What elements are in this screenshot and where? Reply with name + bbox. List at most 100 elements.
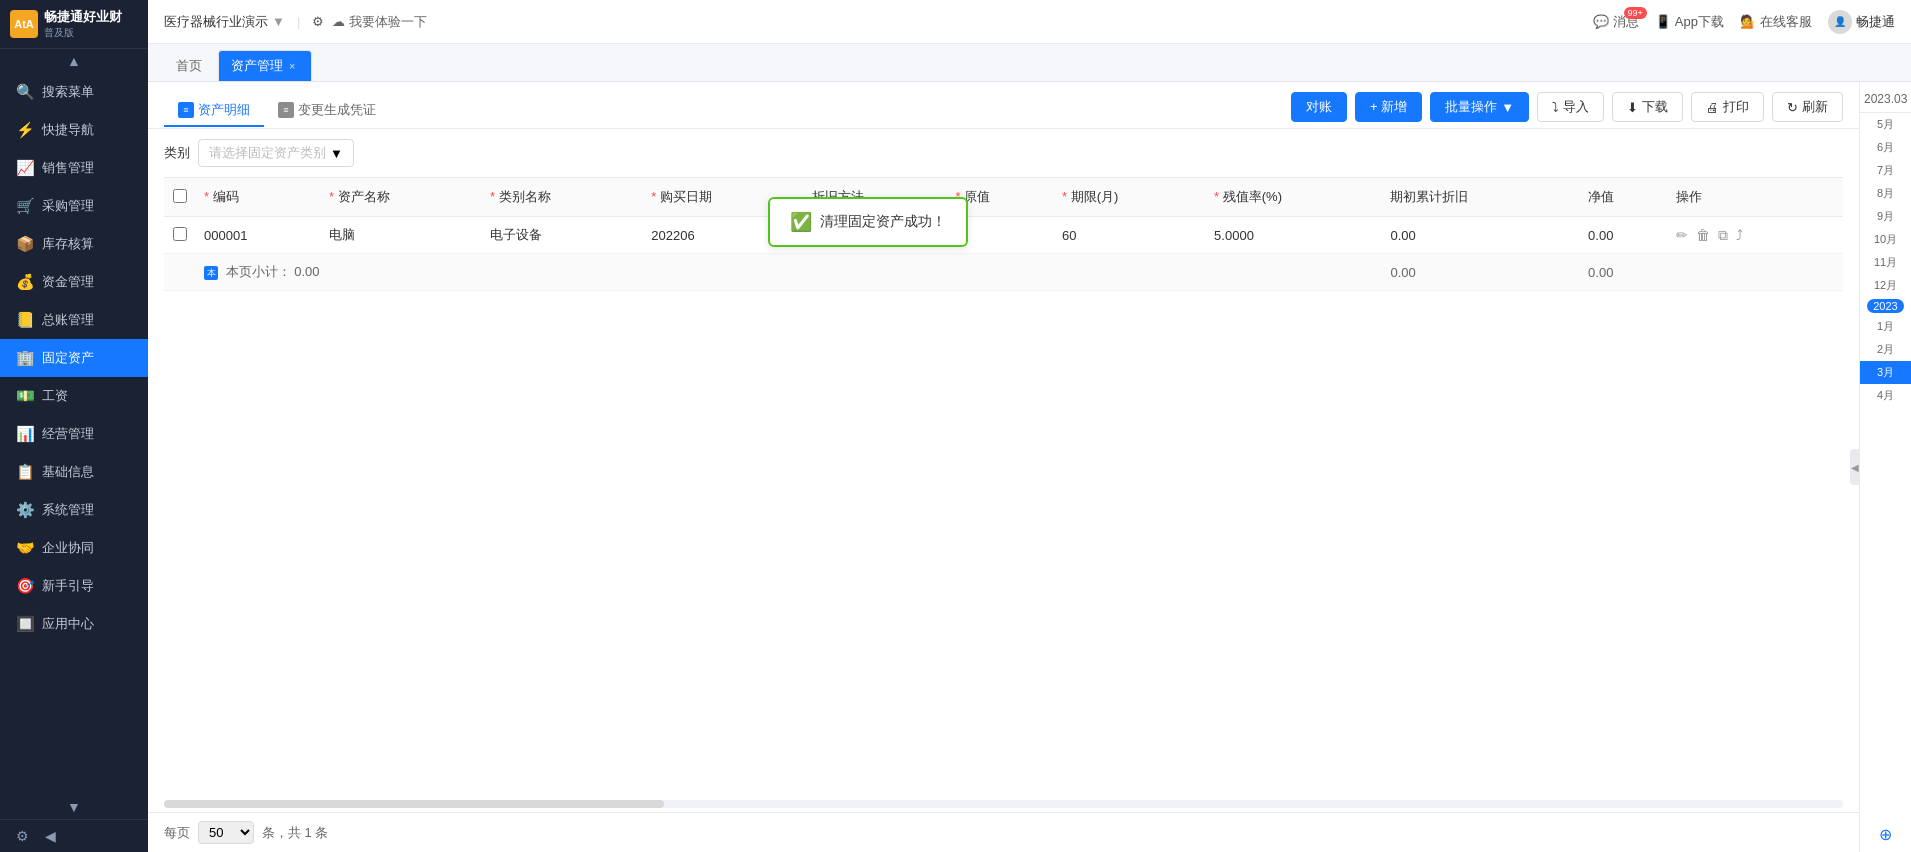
copy-icon[interactable]: ⧉ [1718, 227, 1728, 244]
batch-button[interactable]: 批量操作 ▼ [1430, 92, 1529, 122]
page-size-select[interactable]: 50 100 [198, 821, 254, 844]
sub-tab-asset-list[interactable]: ≡ 资产明细 [164, 95, 264, 127]
calendar-month-9[interactable]: 9月 [1860, 205, 1911, 228]
tab-asset-management[interactable]: 资产管理 × [218, 50, 312, 81]
row-period: 60 [1054, 217, 1206, 254]
subtotal-accumulated: 0.00 [1382, 254, 1580, 291]
sidebar-scroll-down[interactable]: ▼ [0, 795, 148, 819]
sub-tab-generate-voucher[interactable]: ≡ 变更生成凭证 [264, 95, 390, 127]
sidebar-item-sales[interactable]: 📈 销售管理 [0, 149, 148, 187]
refresh-button[interactable]: ↻ 刷新 [1772, 92, 1843, 122]
download-label: 下载 [1642, 98, 1668, 116]
user-menu[interactable]: 👤 畅捷通 [1828, 10, 1895, 34]
sidebar-item-label: 基础信息 [42, 463, 94, 481]
horizontal-scrollbar[interactable] [164, 800, 1843, 808]
sidebar-item-search-menu[interactable]: 🔍 搜索菜单 [0, 73, 148, 111]
download-button[interactable]: ⬇ 下载 [1612, 92, 1683, 122]
row-code: 000001 [196, 217, 321, 254]
header-name: 资产名称 [321, 178, 482, 217]
sidebar-item-ledger[interactable]: 📒 总账管理 [0, 301, 148, 339]
calendar-year-2023: 2023 [1867, 299, 1903, 313]
sidebar-item-operations[interactable]: 📊 经营管理 [0, 415, 148, 453]
print-button[interactable]: 🖨 打印 [1691, 92, 1764, 122]
app-title-wrap: 畅捷通好业财 普及版 [44, 8, 122, 40]
calendar-month-12[interactable]: 12月 [1860, 274, 1911, 297]
subtotal-original-value: 0.00 [294, 264, 319, 279]
sidebar-item-payroll[interactable]: 💵 工资 [0, 377, 148, 415]
sidebar-item-inventory[interactable]: 📦 库存核算 [0, 225, 148, 263]
tab-active-label: 资产管理 [231, 57, 283, 75]
row-checkbox[interactable] [173, 227, 187, 241]
edit-icon[interactable]: ✏ [1676, 227, 1688, 243]
collapse-sidebar-icon[interactable]: ◀ [45, 828, 56, 844]
more-icon[interactable]: ⤴ [1736, 227, 1743, 243]
sidebar-item-purchase[interactable]: 🛒 采购管理 [0, 187, 148, 225]
header-residual-rate: 残值率(%) [1206, 178, 1382, 217]
subtotal-icon: 本 [204, 266, 218, 280]
settings-icon[interactable]: ⚙ [16, 828, 29, 844]
message-button[interactable]: 💬 消息 99+ [1593, 13, 1639, 31]
sidebar-item-basic-info[interactable]: 📋 基础信息 [0, 453, 148, 491]
filter-category-label: 类别 [164, 144, 190, 162]
reconcile-button[interactable]: 对账 [1291, 92, 1347, 122]
delete-icon[interactable]: 🗑 [1696, 227, 1710, 243]
ledger-icon: 📒 [16, 311, 34, 329]
subtotal-empty [164, 254, 196, 291]
success-toast: ✅ 清理固定资产成功！ [768, 197, 968, 247]
calendar-month-4[interactable]: 4月 [1860, 384, 1911, 407]
sidebar-scroll-up[interactable]: ▲ [0, 49, 148, 73]
calendar-month-8[interactable]: 8月 [1860, 182, 1911, 205]
payroll-icon: 💵 [16, 387, 34, 405]
scroll-thumb[interactable] [164, 800, 664, 808]
calendar-expand-icon[interactable]: ⊕ [1875, 821, 1896, 848]
header-code: 编码 [196, 178, 321, 217]
experience-button[interactable]: ☁ 我要体验一下 [332, 13, 427, 31]
online-service-button[interactable]: 💁 在线客服 [1740, 13, 1812, 31]
right-panel-toggle[interactable]: ◀ [1850, 449, 1860, 485]
calendar-month-5[interactable]: 5月 [1860, 113, 1911, 136]
row-residual-rate: 5.0000 [1206, 217, 1382, 254]
sidebar-header: AtA 畅捷通好业财 普及版 [0, 0, 148, 49]
refresh-icon: ↻ [1787, 100, 1798, 115]
app-download-button[interactable]: 📱 App下载 [1655, 13, 1724, 31]
calendar-month-11[interactable]: 11月 [1860, 251, 1911, 274]
sidebar-item-capital[interactable]: 💰 资金管理 [0, 263, 148, 301]
print-label: 打印 [1723, 98, 1749, 116]
category-select[interactable]: 请选择固定资产类别 ▼ [198, 139, 354, 167]
tab-home[interactable]: 首页 [164, 51, 214, 81]
calendar-month-6[interactable]: 6月 [1860, 136, 1911, 159]
new-button[interactable]: + 新增 [1355, 92, 1422, 122]
tab-home-label: 首页 [176, 58, 202, 73]
calendar-month-3[interactable]: 3月 [1860, 361, 1911, 384]
sidebar-item-system[interactable]: ⚙️ 系统管理 [0, 491, 148, 529]
select-all-checkbox[interactable] [173, 189, 187, 203]
calendar-month-10[interactable]: 10月 [1860, 228, 1911, 251]
company-selector[interactable]: 医疗器械行业演示 ▼ [164, 13, 285, 31]
calendar-month-1[interactable]: 1月 [1860, 315, 1911, 338]
sidebar-bottom: ⚙ ◀ [0, 819, 148, 852]
sidebar-item-quick-nav[interactable]: ⚡ 快捷导航 [0, 111, 148, 149]
sidebar-item-cooperation[interactable]: 🤝 企业协同 [0, 529, 148, 567]
settings-button[interactable]: ⚙ [312, 14, 324, 29]
sidebar-item-label: 系统管理 [42, 501, 94, 519]
calendar-month-7[interactable]: 7月 [1860, 159, 1911, 182]
sidebar-item-guide[interactable]: 🎯 新手引导 [0, 567, 148, 605]
message-icon: 💬 [1593, 14, 1609, 29]
calendar-month-2[interactable]: 2月 [1860, 338, 1911, 361]
header-actions: 操作 [1668, 178, 1843, 217]
tab-close-icon[interactable]: × [289, 60, 295, 72]
app-center-icon: 🔲 [16, 615, 34, 633]
service-icon: 💁 [1740, 14, 1756, 29]
batch-dropdown-icon: ▼ [1501, 100, 1514, 115]
sidebar-item-label: 新手引导 [42, 577, 94, 595]
import-icon: ⤵ [1552, 100, 1559, 115]
company-dropdown-icon: ▼ [272, 14, 285, 29]
topbar-right: 💬 消息 99+ 📱 App下载 💁 在线客服 👤 畅捷通 [1593, 10, 1895, 34]
app-version: 普及版 [44, 26, 122, 40]
sidebar-item-app-center[interactable]: 🔲 应用中心 [0, 605, 148, 643]
sales-icon: 📈 [16, 159, 34, 177]
sidebar-item-fixed-assets[interactable]: 🏢 固定资产 [0, 339, 148, 377]
subtotal-net: 0.00 [1580, 254, 1668, 291]
gear-icon: ⚙ [312, 14, 324, 29]
import-button[interactable]: ⤵ 导入 [1537, 92, 1604, 122]
